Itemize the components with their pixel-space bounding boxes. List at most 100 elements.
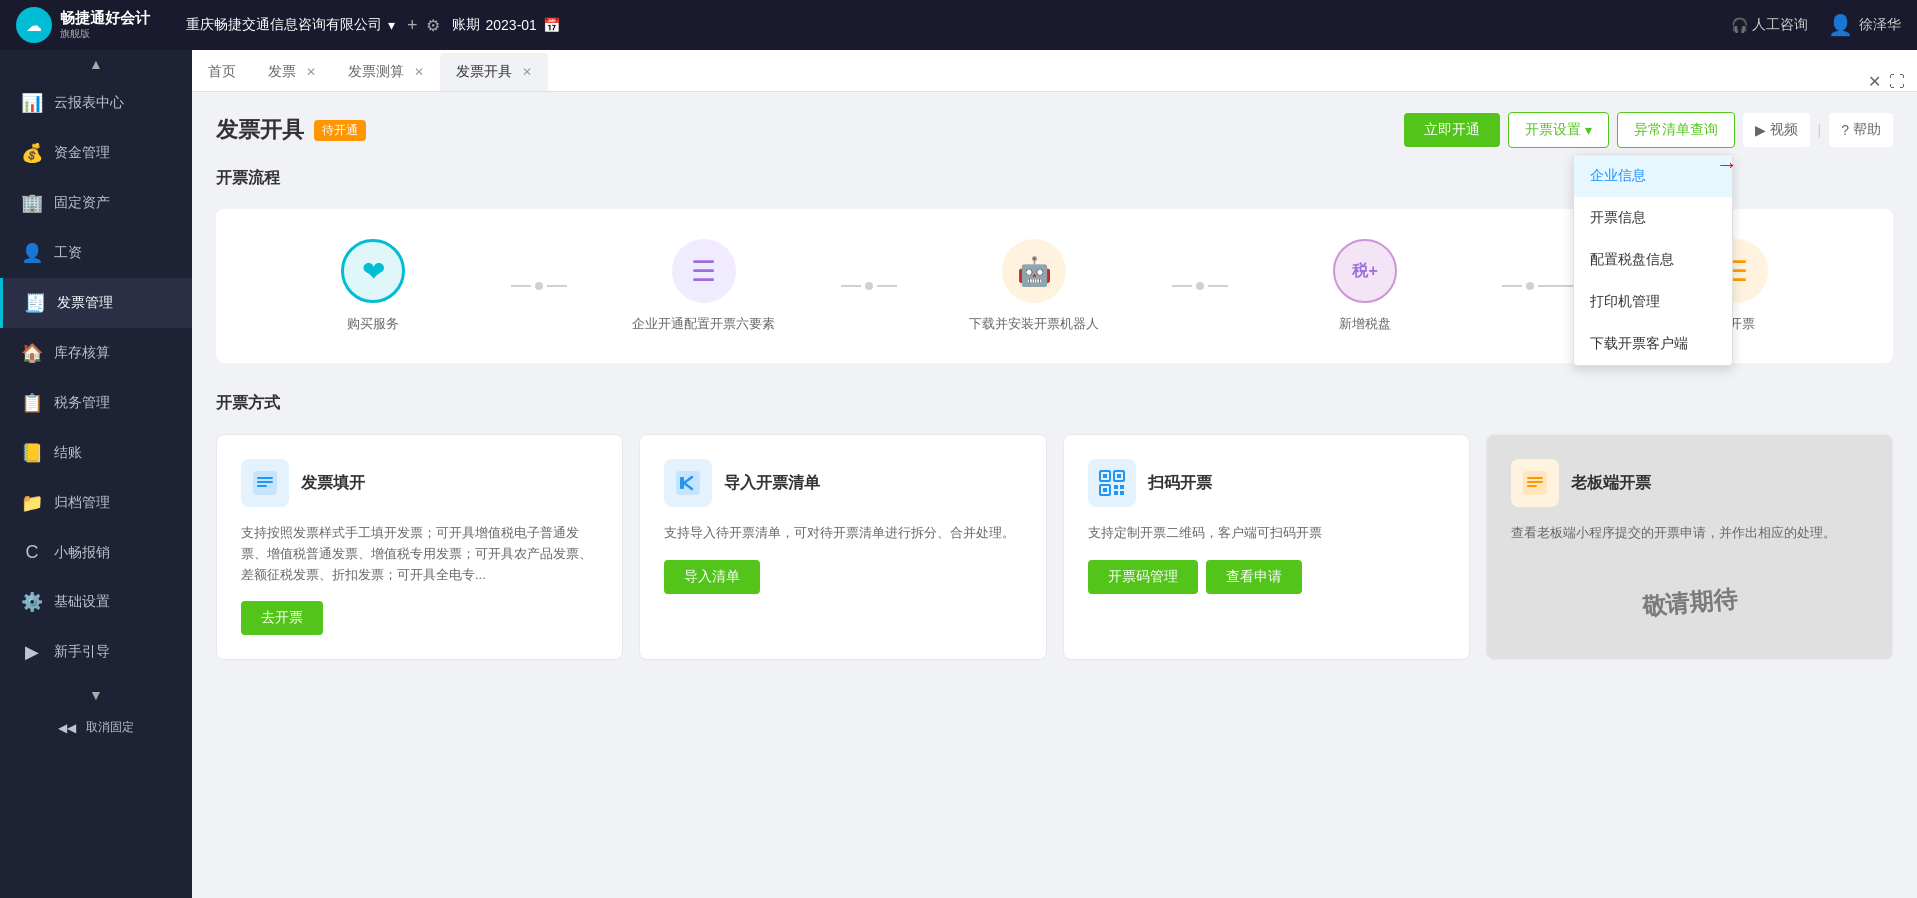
tab-fapiao[interactable]: 发票 ✕ xyxy=(252,53,332,91)
method-actions-3: 开票码管理 查看申请 xyxy=(1088,560,1445,594)
help-button[interactable]: ? 帮助 xyxy=(1829,113,1893,147)
sidebar-item-fapiao[interactable]: 🧾 发票管理 xyxy=(0,278,192,328)
saoma-apply-button[interactable]: 查看申请 xyxy=(1206,560,1302,594)
svg-rect-9 xyxy=(1103,474,1107,478)
gudingzichan-icon: 🏢 xyxy=(20,192,44,214)
dropdown-arrow-icon: ▾ xyxy=(388,17,395,33)
sidebar-cancel-fixed[interactable]: ◀◀ 取消固定 xyxy=(0,709,192,746)
method-icon-1 xyxy=(241,459,289,507)
method-card-tiankao: 发票填开 支持按照发票样式手工填开发票；可开具增值税电子普通发票、增值税普通发票… xyxy=(216,434,623,660)
method-header-4: 老板端开票 xyxy=(1511,459,1868,507)
method-icon-3 xyxy=(1088,459,1136,507)
saoma-code-button[interactable]: 开票码管理 xyxy=(1088,560,1198,594)
tab-maximize-icon[interactable]: ⛶ xyxy=(1889,73,1905,91)
header-actions: 立即开通 开票设置 ▾ 异常清单查询 ▶ 视频 | ? xyxy=(1404,112,1893,148)
content-area: 首页 发票 ✕ 发票测算 ✕ 发票开具 ✕ ✕ ⛶ xyxy=(192,50,1917,898)
exception-button[interactable]: 异常清单查询 xyxy=(1617,112,1735,148)
dropdown-item-kaipiao[interactable]: 开票信息 xyxy=(1574,197,1732,239)
step2-icon: ☰ xyxy=(672,239,736,303)
guidang-icon: 📁 xyxy=(20,492,44,514)
company-selector[interactable]: 重庆畅捷交通信息咨询有限公司 ▾ xyxy=(186,16,395,34)
daoru-button[interactable]: 导入清单 xyxy=(664,560,760,594)
tab-home[interactable]: 首页 xyxy=(192,53,252,91)
red-arrow-indicator: → xyxy=(1716,152,1738,178)
sidebar-item-kucun[interactable]: 🏠 库存核算 xyxy=(0,328,192,378)
method-icon-4 xyxy=(1511,459,1559,507)
sidebar-item-xinshouyindao[interactable]: ▶ 新手引导 xyxy=(0,627,192,677)
tab-home-label: 首页 xyxy=(208,63,236,81)
process-step-4: 税+ 新增税盘 xyxy=(1228,239,1503,333)
step-connector-3 xyxy=(1172,282,1228,290)
sidebar-item-label: 云报表中心 xyxy=(54,94,124,112)
sidebar-item-zijinguanli[interactable]: 💰 资金管理 xyxy=(0,128,192,178)
shuiwu-icon: 📋 xyxy=(20,392,44,414)
method-actions-1: 去开票 xyxy=(241,601,598,635)
logo-text-area: 畅捷通好会计 旗舰版 xyxy=(60,9,150,41)
svg-rect-3 xyxy=(257,485,267,487)
tab-kaiju-close[interactable]: ✕ xyxy=(522,65,532,79)
step1-label: 购买服务 xyxy=(347,315,399,333)
methods-title: 开票方式 xyxy=(216,393,1893,414)
top-bar: ☁ 畅捷通好会计 旗舰版 重庆畅捷交通信息咨询有限公司 ▾ + ⚙ 账期 202… xyxy=(0,0,1917,50)
yunbaobiao-icon: 📊 xyxy=(20,92,44,114)
period-value: 2023-01 xyxy=(486,17,537,33)
sidebar-scroll-up[interactable]: ▲ xyxy=(0,50,192,78)
dropdown-item-printer[interactable]: 打印机管理 xyxy=(1574,281,1732,323)
sidebar-item-gongzi[interactable]: 👤 工资 xyxy=(0,228,192,278)
chevron-down-icon: ▾ xyxy=(1585,122,1592,138)
tab-kaiju-label: 发票开具 xyxy=(456,63,512,81)
calendar-icon[interactable]: 📅 xyxy=(543,17,560,33)
tab-fapiao-close[interactable]: ✕ xyxy=(306,65,316,79)
main-area: ▲ 📊 云报表中心 💰 资金管理 🏢 固定资产 👤 工资 🧾 发票管理 xyxy=(0,50,1917,898)
step2-label: 企业开通配置开票六要素 xyxy=(632,315,775,333)
sidebar-item-yunbaobiao[interactable]: 📊 云报表中心 xyxy=(0,78,192,128)
support-button[interactable]: 🎧 人工咨询 xyxy=(1731,16,1808,34)
sidebar-scroll-down[interactable]: ▼ xyxy=(0,681,192,709)
step3-icon: 🤖 xyxy=(1002,239,1066,303)
method-title-3: 扫码开票 xyxy=(1148,473,1212,494)
method-header-3: 扫码开票 xyxy=(1088,459,1445,507)
settings-icon[interactable]: ⚙ xyxy=(426,16,440,35)
svg-rect-1 xyxy=(257,477,273,479)
svg-rect-17 xyxy=(1527,477,1543,479)
help-icon: ? xyxy=(1841,122,1849,138)
page-header: 发票开具 待开通 立即开通 开票设置 ▾ 异常清单查询 ▶ 视频 xyxy=(216,112,1893,148)
tab-bar: 首页 发票 ✕ 发票测算 ✕ 发票开具 ✕ ✕ ⛶ xyxy=(192,50,1917,92)
settings-button[interactable]: 开票设置 ▾ xyxy=(1508,112,1609,148)
dropdown-item-download[interactable]: 下载开票客户端 xyxy=(1574,323,1732,365)
tab-fapiao-cesuan[interactable]: 发票测算 ✕ xyxy=(332,53,440,91)
page-title: 发票开具 xyxy=(216,115,304,145)
tab-fapiao-kaiju[interactable]: 发票开具 ✕ xyxy=(440,53,548,91)
logo-area: ☁ 畅捷通好会计 旗舰版 xyxy=(16,7,150,43)
dropdown-item-shuipan[interactable]: 配置税盘信息 xyxy=(1574,239,1732,281)
sidebar-item-jiezhang[interactable]: 📒 结账 xyxy=(0,428,192,478)
method-title-2: 导入开票清单 xyxy=(724,473,820,494)
tab-close-icon[interactable]: ✕ xyxy=(1868,72,1881,91)
sidebar-item-xiaochang[interactable]: C 小畅报销 xyxy=(0,528,192,577)
settings-dropdown: 企业信息 开票信息 配置税盘信息 打印机管理 下载开票客户端 xyxy=(1573,154,1733,366)
svg-rect-11 xyxy=(1103,488,1107,492)
dropdown-item-enterprise[interactable]: 企业信息 xyxy=(1574,155,1732,197)
tiankao-go-button[interactable]: 去开票 xyxy=(241,601,323,635)
sidebar-item-label: 发票管理 xyxy=(57,294,113,312)
step-connector-1 xyxy=(511,282,567,290)
gongzi-icon: 👤 xyxy=(20,242,44,264)
method-desc-2: 支持导入待开票清单，可对待开票清单进行拆分、合并处理。 xyxy=(664,523,1021,544)
step3-label: 下载并安装开票机器人 xyxy=(969,315,1099,333)
methods-section: 开票方式 发票填开 支持按照发票样式手工填开发票；可开具增值税电子 xyxy=(216,393,1893,660)
svg-rect-2 xyxy=(257,481,273,483)
logo-subtitle: 旗舰版 xyxy=(60,27,150,41)
add-icon[interactable]: + xyxy=(407,15,418,36)
sidebar-item-guidang[interactable]: 📁 归档管理 xyxy=(0,478,192,528)
sidebar-item-shuiwu[interactable]: 📋 税务管理 xyxy=(0,378,192,428)
activate-button[interactable]: 立即开通 xyxy=(1404,113,1500,147)
tab-cesuan-close[interactable]: ✕ xyxy=(414,65,424,79)
user-info[interactable]: 👤 徐泽华 xyxy=(1828,13,1901,37)
sidebar-item-gudingzichan[interactable]: 🏢 固定资产 xyxy=(0,178,192,228)
sidebar-item-jichushezhi[interactable]: ⚙️ 基础设置 xyxy=(0,577,192,627)
top-icons: + ⚙ xyxy=(407,15,440,36)
svg-rect-13 xyxy=(1120,485,1124,489)
sidebar-item-label: 库存核算 xyxy=(54,344,110,362)
headset-icon: 🎧 xyxy=(1731,17,1748,33)
video-button[interactable]: ▶ 视频 xyxy=(1743,113,1810,147)
